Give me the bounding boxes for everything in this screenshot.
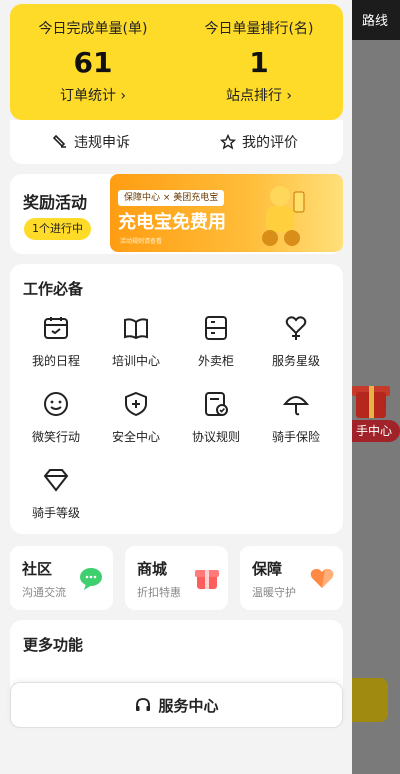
side-drawer: 今日完成单量(单) 61 订单统计 › 今日单量排行(名) 1 站点排行 › 违… [0, 0, 352, 774]
my-review-button[interactable]: 我的评价 [220, 132, 298, 152]
grid-item-label: 骑手保险 [271, 430, 320, 444]
grid-item-agreement[interactable]: 协议规则 [176, 390, 256, 445]
locker-icon [205, 316, 227, 340]
reward-title: 奖励活动 [23, 193, 88, 212]
quick-links-bar: 违规申诉 我的评价 [10, 120, 343, 164]
grid-item-locker[interactable]: 外卖柜 [176, 314, 256, 369]
powerbank-banner[interactable]: 保障中心 × 美团充电宝 充电宝免费用 活动规则请查看 [110, 174, 343, 252]
calendar-icon [44, 317, 68, 339]
station-rank-link[interactable]: 站点排行 › [176, 85, 342, 105]
banner-title: 充电宝免费用 [118, 212, 226, 233]
rider-illustration-icon [262, 186, 305, 246]
card-subtitle: 沟通交流 [22, 586, 66, 599]
grid-item-training[interactable]: 培训中心 [96, 314, 176, 369]
rank-label: 今日单量排行(名) [204, 21, 314, 37]
card-title: 保障 [252, 560, 283, 578]
card-subtitle: 折扣特惠 [137, 586, 181, 599]
grid-item-schedule[interactable]: 我的日程 [16, 314, 96, 369]
grid-item-service-star[interactable]: 服务星级 [256, 314, 336, 369]
diamond-icon [43, 469, 69, 492]
grid-item-label: 微笑行动 [31, 430, 80, 444]
more-features-card: 更多功能 [10, 620, 343, 690]
service-center-button[interactable]: 服务中心 [10, 682, 343, 728]
shield-plus-icon [125, 391, 147, 417]
grid-item-label: 外卖柜 [197, 354, 234, 368]
completed-stat: 今日完成单量(单) 61 订单统计 › [10, 18, 176, 105]
agreement-check-icon [205, 392, 228, 416]
rank-stat: 今日单量排行(名) 1 站点排行 › [176, 18, 342, 105]
umbrella-icon [282, 396, 310, 416]
heart-medal-icon [285, 316, 307, 340]
order-stats-link[interactable]: 订单统计 › [10, 85, 176, 105]
stats-card: 今日完成单量(单) 61 订单统计 › 今日单量排行(名) 1 站点排行 › [10, 4, 343, 120]
banner-chip: 保障中心 × 美团充电宝 [118, 190, 225, 206]
grid-item-label: 服务星级 [271, 354, 320, 368]
grid-item-label: 我的日程 [31, 354, 80, 368]
headset-icon [136, 698, 151, 711]
star-icon [220, 134, 236, 150]
reward-card: 奖励活动 1个进行中 保障中心 × 美团充电宝 充电宝免费用 活动规则请查看 [10, 174, 343, 254]
book-icon [124, 318, 148, 340]
smile-icon [44, 392, 68, 416]
completed-label: 今日完成单量(单) [38, 21, 148, 37]
grid-item-level[interactable]: 骑手等级 [16, 466, 96, 521]
community-card[interactable]: 社区 沟通交流 [10, 546, 113, 610]
chat-bubble-icon [80, 568, 102, 590]
appeal-icon [52, 134, 66, 148]
work-title: 工作必备 [23, 280, 84, 298]
grid-item-label: 培训中心 [111, 354, 160, 368]
gift-box-icon [195, 570, 219, 589]
protection-card[interactable]: 保障 温暖守护 [240, 546, 343, 610]
my-review-label: 我的评价 [242, 135, 298, 151]
card-title: 社区 [22, 560, 53, 578]
appeal-button[interactable]: 违规申诉 [52, 132, 130, 152]
route-label[interactable]: 路线 [362, 10, 388, 29]
card-title: 商城 [137, 560, 168, 578]
mall-card[interactable]: 商城 折扣特惠 [125, 546, 228, 610]
appeal-label: 违规申诉 [74, 135, 130, 151]
grid-item-smile[interactable]: 微笑行动 [16, 390, 96, 445]
grid-item-label: 骑手等级 [31, 506, 80, 520]
reward-badge[interactable]: 1个进行中 [24, 218, 91, 240]
banner-small-text: 活动规则请查看 [120, 238, 163, 245]
grid-item-insurance[interactable]: 骑手保险 [256, 390, 336, 445]
heart-hand-icon [310, 568, 334, 588]
completed-value: 61 [73, 46, 113, 79]
service-center-label: 服务中心 [158, 696, 219, 715]
rank-value: 1 [249, 46, 269, 79]
grid-item-safety[interactable]: 安全中心 [96, 390, 176, 445]
work-essentials-card: 工作必备 我的日程 培训中心 外卖柜 服务星级 微笑行动 安全中心 协议规则 骑… [10, 264, 343, 534]
grid-item-label: 安全中心 [111, 430, 160, 444]
card-subtitle: 温暖守护 [252, 586, 296, 599]
more-title: 更多功能 [23, 636, 84, 654]
grid-item-label: 协议规则 [191, 430, 240, 444]
